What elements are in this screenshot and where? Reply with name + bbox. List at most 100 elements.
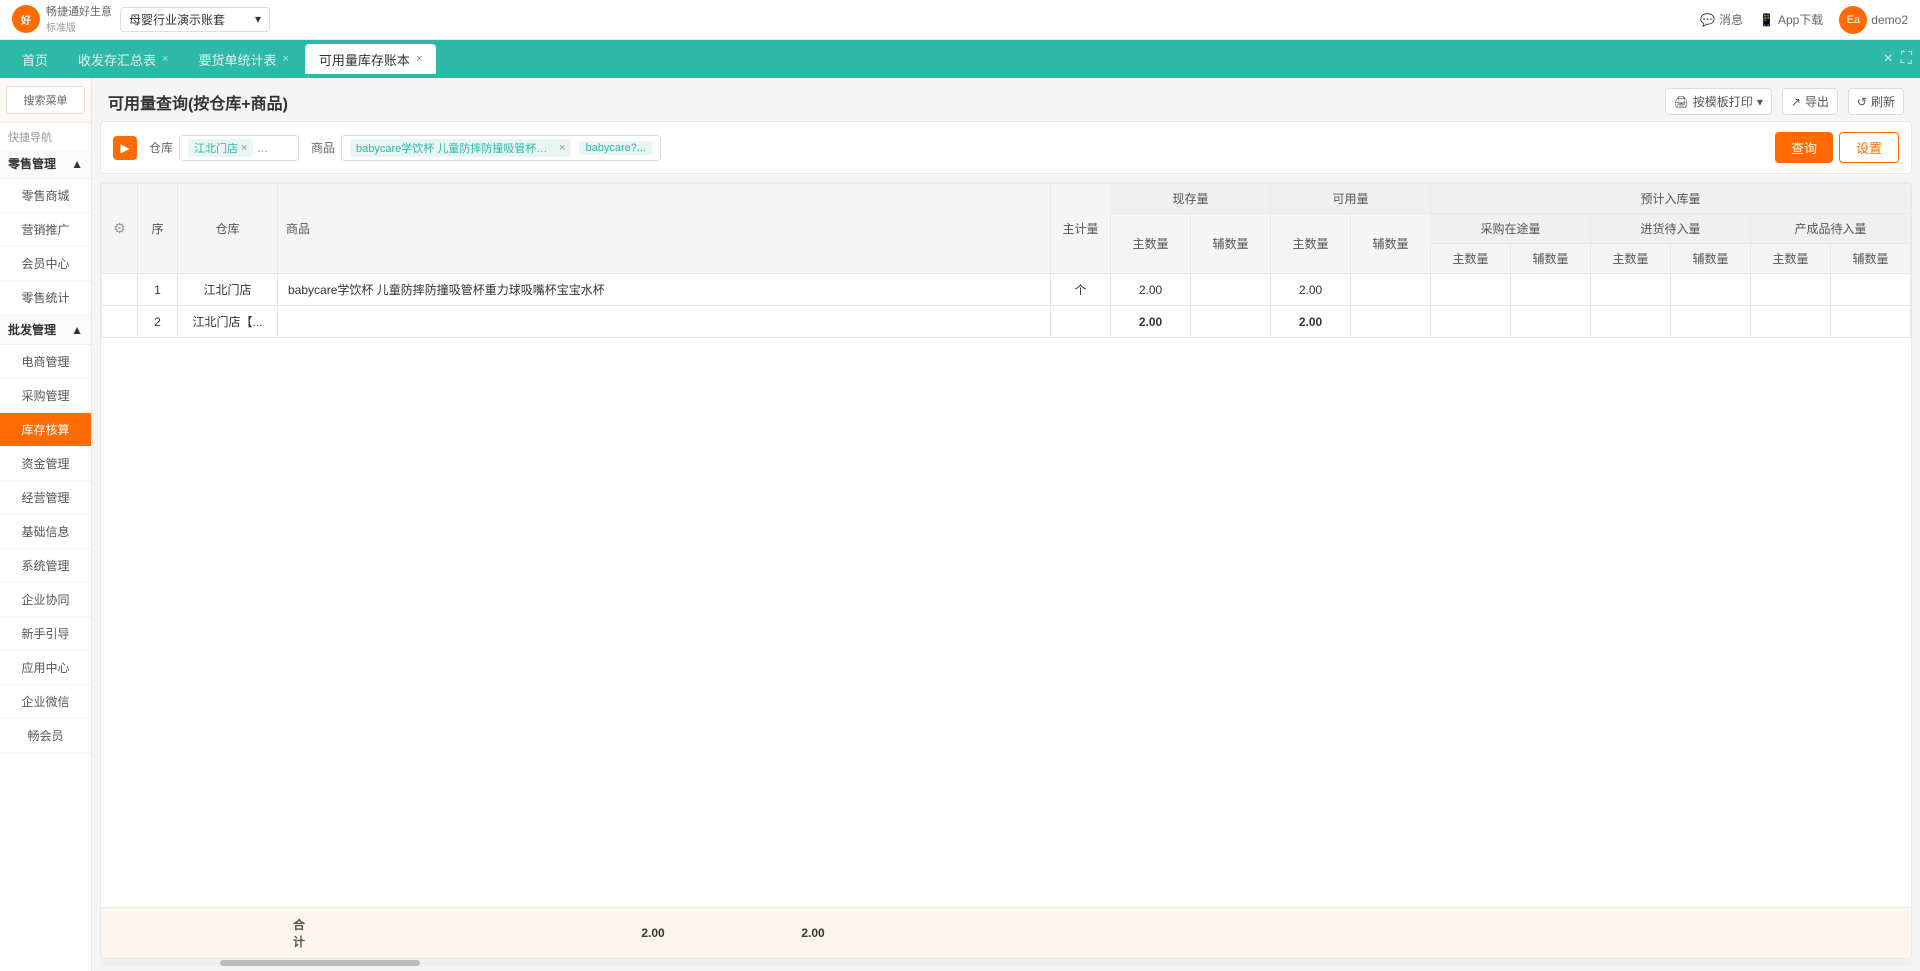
tab-bar-right: × ⛶ [1883, 50, 1912, 68]
export-label: 导出 [1805, 93, 1829, 110]
sidebar-item-ecommerce[interactable]: 电商管理 [0, 345, 91, 379]
row1-available-aux [1351, 274, 1431, 306]
th-produced-group: 产成品待入量 [1751, 214, 1911, 244]
settings-button[interactable]: 设置 [1839, 132, 1899, 163]
tab-available-close[interactable]: × [416, 53, 422, 65]
bottom-scrollbar[interactable] [100, 959, 1912, 967]
warehouse-more-icon[interactable]: ... [257, 141, 267, 155]
th-available-aux: 辅数量 [1351, 214, 1431, 274]
sidebar-item-operations[interactable]: 经营管理 [0, 481, 91, 515]
row1-available-main: 2.00 [1271, 274, 1351, 306]
search-menu-btn[interactable]: 搜索菜单 [6, 86, 85, 114]
tab-available-stock[interactable]: 可用量库存账本 × [305, 44, 436, 74]
logo-sub: 标准版 [46, 19, 112, 34]
row2-produced-aux [1831, 306, 1911, 338]
th-no: 序 [138, 184, 178, 274]
scrollbar-thumb[interactable] [220, 960, 420, 966]
message-icon: 💬 [1700, 13, 1715, 27]
row1-produced-aux [1831, 274, 1911, 306]
row2-warehouse: 江北门店【... [178, 306, 278, 338]
tab-order-close[interactable]: × [282, 53, 288, 65]
sidebar-item-enterprise-wechat[interactable]: 企业微信 [0, 685, 91, 719]
row1-incoming-aux [1671, 274, 1751, 306]
tab-home[interactable]: 首页 [8, 44, 62, 74]
sidebar-item-app-center[interactable]: 应用中心 [0, 651, 91, 685]
fullscreen-icon[interactable]: ⛶ [1901, 50, 1912, 68]
refresh-btn[interactable]: ↺ 刷新 [1848, 88, 1904, 115]
warehouse-input[interactable]: 江北门店 × ... [179, 135, 299, 161]
row2-purchase-aux [1511, 306, 1591, 338]
sidebar-item-member[interactable]: 会员中心 [0, 247, 91, 281]
row2-produced-main [1751, 306, 1831, 338]
tab-collection-close[interactable]: × [162, 53, 168, 65]
print-btn[interactable]: 🖨 按模板打印 ▾ [1665, 88, 1772, 115]
sidebar-item-purchase[interactable]: 采购管理 [0, 379, 91, 413]
th-warehouse: 仓库 [178, 184, 278, 274]
sidebar-item-onboarding[interactable]: 新手引导 [0, 617, 91, 651]
table-footer: 合计 2.00 2.00 [101, 907, 1911, 958]
quick-nav-label[interactable]: 快捷导航 [0, 123, 91, 149]
tab-order-stats[interactable]: 要货单统计表 × [184, 44, 302, 74]
row1-produced-main [1751, 274, 1831, 306]
row1-stock-aux [1191, 274, 1271, 306]
sidebar-item-retail-mall[interactable]: 零售商城 [0, 179, 91, 213]
row1-stock-main: 2.00 [1111, 274, 1191, 306]
filter-warehouse-field: 仓库 江北门店 × ... [149, 135, 299, 161]
page-header: 可用量查询(按仓库+商品) 🖨 按模板打印 ▾ ↗ 导出 ↺ 刷新 [92, 78, 1920, 121]
warehouse-tag-remove[interactable]: × [241, 142, 247, 154]
settings-icon[interactable]: ⚙ [113, 220, 126, 236]
footer-available-main: 2.00 [773, 926, 853, 940]
th-incoming-group: 进货待入量 [1591, 214, 1751, 244]
row2-incoming-aux [1671, 306, 1751, 338]
sidebar-item-retail-stats[interactable]: 零售统计 [0, 281, 91, 315]
footer-stock-main: 2.00 [613, 926, 693, 940]
tab-bar: 首页 收发存汇总表 × 要货单统计表 × 可用量库存账本 × × ⛶ [0, 40, 1920, 78]
th-available-group: 可用量 [1271, 184, 1431, 214]
tab-collection-label: 收发存汇总表 [78, 50, 156, 69]
th-incoming-aux: 辅数量 [1671, 244, 1751, 274]
sidebar-item-member-plus[interactable]: 畅会员 [0, 719, 91, 753]
table-row: 2 江北门店【... 2.00 2.00 [102, 306, 1911, 338]
sidebar-item-wholesale-management[interactable]: 批发管理 ▲ [0, 315, 91, 345]
filter-expand-btn[interactable]: ▶ [113, 136, 137, 160]
store-selector[interactable]: 母婴行业演示账套 ▾ [120, 7, 270, 32]
product-tag1-value: babycare学饮杯 儿童防摔防撞吸管杯重力球吸嘴杯宝宝水杯 [356, 140, 556, 156]
row1-purchase-aux [1511, 274, 1591, 306]
sidebar-item-marketing[interactable]: 营销推广 [0, 213, 91, 247]
tab-available-label: 可用量库存账本 [319, 50, 410, 69]
sidebar-item-basic-info[interactable]: 基础信息 [0, 515, 91, 549]
user-action[interactable]: Ea demo2 [1839, 6, 1908, 34]
sidebar-item-enterprise-collab[interactable]: 企业协同 [0, 583, 91, 617]
sidebar-item-finance[interactable]: 资金管理 [0, 447, 91, 481]
product-input[interactable]: babycare学饮杯 儿童防摔防撞吸管杯重力球吸嘴杯宝宝水杯 × babyca… [341, 135, 661, 161]
refresh-icon: ↺ [1857, 95, 1867, 109]
export-btn[interactable]: ↗ 导出 [1782, 88, 1838, 115]
th-stock-group: 现存量 [1111, 184, 1271, 214]
print-chevron: ▾ [1757, 95, 1763, 109]
message-action[interactable]: 💬 消息 [1700, 11, 1743, 28]
app-download-action[interactable]: 📱 App下载 [1759, 11, 1823, 28]
row1-warehouse: 江北门店 [178, 274, 278, 306]
query-button[interactable]: 查询 [1775, 132, 1833, 163]
tab-collection-summary[interactable]: 收发存汇总表 × [64, 44, 182, 74]
th-product: 商品 [278, 184, 1051, 274]
expand-icon: ▶ [120, 141, 129, 155]
table-scroll-wrap[interactable]: ⚙ 序 仓库 商品 主计量 现存量 可用量 预计入库量 主数量 辅 [101, 183, 1911, 907]
chevron-down-icon: ▲ [71, 157, 83, 171]
sidebar-item-retail-management[interactable]: 零售管理 ▲ [0, 149, 91, 179]
main-layout: 搜索菜单 快捷导航 零售管理 ▲ 零售商城 营销推广 会员中心 零售统计 批发管… [0, 78, 1920, 971]
product-tag1-remove[interactable]: × [559, 142, 565, 154]
avatar: Ea [1839, 6, 1867, 34]
print-icon: 🖨 [1674, 95, 1689, 109]
sidebar-item-system[interactable]: 系统管理 [0, 549, 91, 583]
row2-stock-main: 2.00 [1111, 306, 1191, 338]
row2-purchase-main [1431, 306, 1511, 338]
sidebar-item-inventory[interactable]: 库存核算 [0, 413, 91, 447]
data-table: ⚙ 序 仓库 商品 主计量 现存量 可用量 预计入库量 主数量 辅 [101, 183, 1911, 338]
top-header: 好 畅捷通好生意 标准版 母婴行业演示账套 ▾ 💬 消息 📱 App下载 Ea … [0, 0, 1920, 40]
page-title: 可用量查询(按仓库+商品) [108, 90, 288, 114]
table-container: ⚙ 序 仓库 商品 主计量 现存量 可用量 预计入库量 主数量 辅 [100, 182, 1912, 959]
row1-product: babycare学饮杯 儿童防摔防撞吸管杯重力球吸嘴杯宝宝水杯 [278, 274, 1051, 306]
close-all-icon[interactable]: × [1883, 50, 1892, 68]
tab-order-label: 要货单统计表 [198, 50, 276, 69]
